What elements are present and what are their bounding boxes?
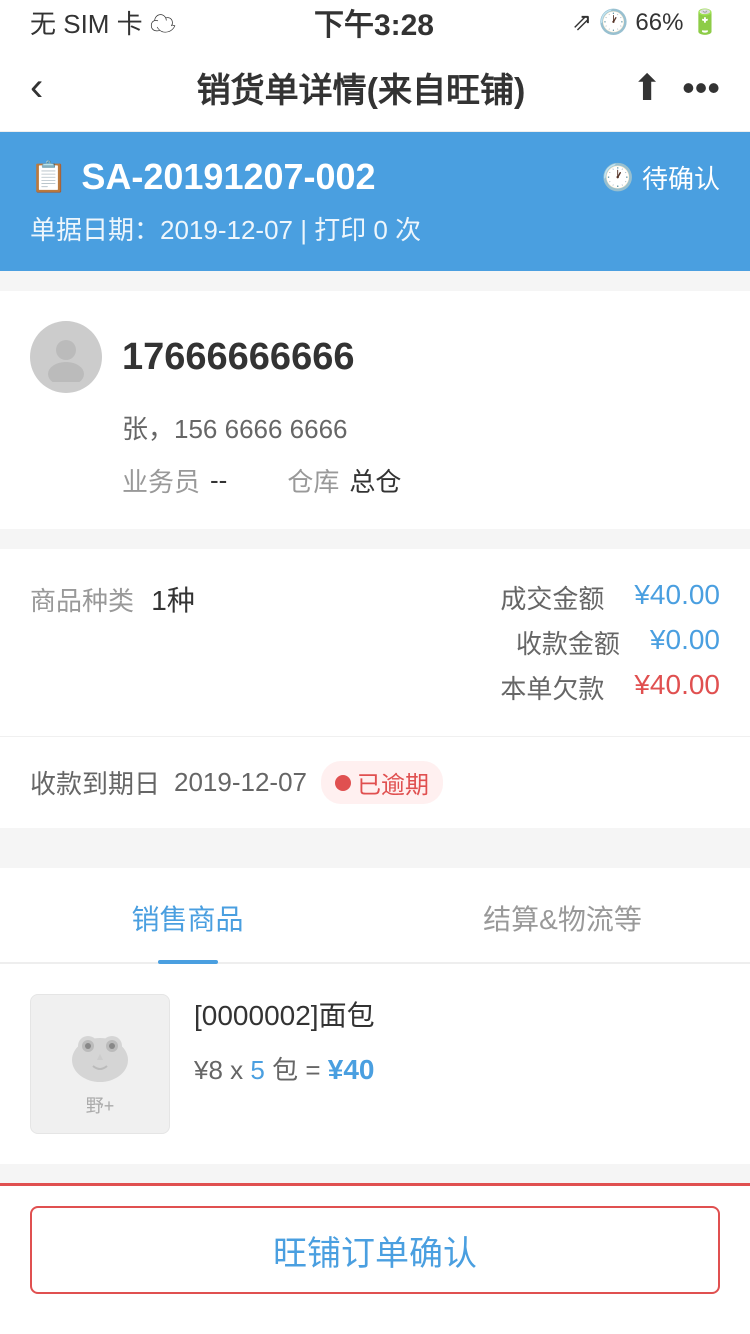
divider-1: [0, 529, 750, 549]
customer-info: 张，156 6666 6666: [122, 409, 720, 446]
order-status: 🕐 待确认: [602, 159, 720, 196]
salesperson-value: --: [210, 465, 227, 496]
order-icon: 📋: [30, 160, 67, 195]
divider-2: [0, 828, 750, 848]
battery-icon: ⇗ 🕐 66% 🔋: [572, 8, 720, 37]
amounts: 成交金额 ¥40.00 收款金额 ¥0.00 本单欠款 ¥40.00: [500, 579, 720, 706]
customer-section: 17666666666 张，156 6666 6666 业务员 -- 仓库 总仓: [0, 291, 750, 529]
product-total: ¥40: [328, 1054, 375, 1085]
product-image: 野+: [30, 994, 170, 1134]
tab-products[interactable]: 销售商品: [0, 868, 375, 962]
due-date: 2019-12-07: [174, 767, 307, 798]
multiply-sign: x: [230, 1055, 250, 1085]
category-value: 1种: [151, 585, 195, 616]
received-amount-value: ¥0.00: [650, 624, 720, 661]
tabs-section: 销售商品 结算&物流等: [0, 868, 750, 1164]
page-title: 销货单详情(来自旺铺): [197, 63, 526, 112]
product-unit: 包: [272, 1055, 298, 1085]
product-name: [0000002]面包: [194, 994, 720, 1034]
order-header: 📋 SA-20191207-002 🕐 待确认 单据日期：2019-12-07 …: [0, 132, 750, 271]
back-button[interactable]: ‹: [30, 65, 90, 110]
product-quantity: 5: [250, 1055, 264, 1085]
customer-phone: 17666666666: [122, 336, 354, 379]
balance-label: 本单欠款: [500, 669, 604, 706]
received-amount-label: 收款金额: [516, 624, 620, 661]
summary-section: 商品种类 1种 成交金额 ¥40.00 收款金额 ¥0.00 本单欠款 ¥40.…: [0, 549, 750, 736]
category-label: 商品种类: [30, 586, 134, 616]
status-bar: 无 SIM 卡 ☁ 下午3:28 ⇗ 🕐 66% 🔋: [0, 0, 750, 44]
share-icon[interactable]: ⬆: [632, 67, 662, 109]
nav-bar: ‹ 销货单详情(来自旺铺) ⬆ •••: [0, 44, 750, 132]
equals-sign: =: [305, 1055, 327, 1085]
warehouse-value: 总仓: [349, 462, 401, 499]
product-logo: 野+: [60, 1010, 140, 1118]
product-item: 野+ [0000002]面包 ¥8 x 5 包 = ¥40: [0, 964, 750, 1164]
tabs-header: 销售商品 结算&物流等: [0, 868, 750, 964]
product-price-line: ¥8 x 5 包 = ¥40: [194, 1050, 720, 1087]
due-label: 收款到期日: [30, 764, 160, 801]
salesperson-label: 业务员: [122, 462, 200, 499]
transaction-amount-value: ¥40.00: [634, 579, 720, 616]
order-id: 📋 SA-20191207-002: [30, 156, 376, 198]
product-info: [0000002]面包 ¥8 x 5 包 = ¥40: [194, 994, 720, 1134]
overdue-text: 已逾期: [357, 765, 429, 800]
warehouse-label: 仓库: [287, 462, 339, 499]
nav-actions: ⬆ •••: [632, 67, 720, 109]
sim-status: 无 SIM 卡 ☁: [30, 4, 176, 41]
tab-settlement[interactable]: 结算&物流等: [375, 868, 750, 962]
avatar: [30, 321, 102, 393]
overdue-badge: 已逾期: [321, 761, 443, 804]
clock-icon: 🕐: [602, 162, 634, 193]
status-bar-right: ⇗ 🕐 66% 🔋: [572, 8, 720, 37]
status-bar-time: 下午3:28: [314, 0, 434, 44]
status-bar-left: 无 SIM 卡 ☁: [30, 4, 176, 41]
more-icon[interactable]: •••: [682, 67, 720, 109]
confirm-button[interactable]: 旺铺订单确认: [30, 1206, 720, 1294]
balance-value: ¥40.00: [634, 669, 720, 706]
product-price: ¥8: [194, 1055, 223, 1085]
customer-meta: 业务员 -- 仓库 总仓: [122, 462, 720, 499]
due-section: 收款到期日 2019-12-07 已逾期: [0, 736, 750, 828]
bottom-area: 旺铺订单确认: [0, 1183, 750, 1334]
transaction-amount-label: 成交金额: [500, 579, 604, 616]
order-date: 单据日期：2019-12-07 | 打印 0 次: [30, 210, 720, 247]
overdue-dot-icon: [335, 775, 351, 791]
